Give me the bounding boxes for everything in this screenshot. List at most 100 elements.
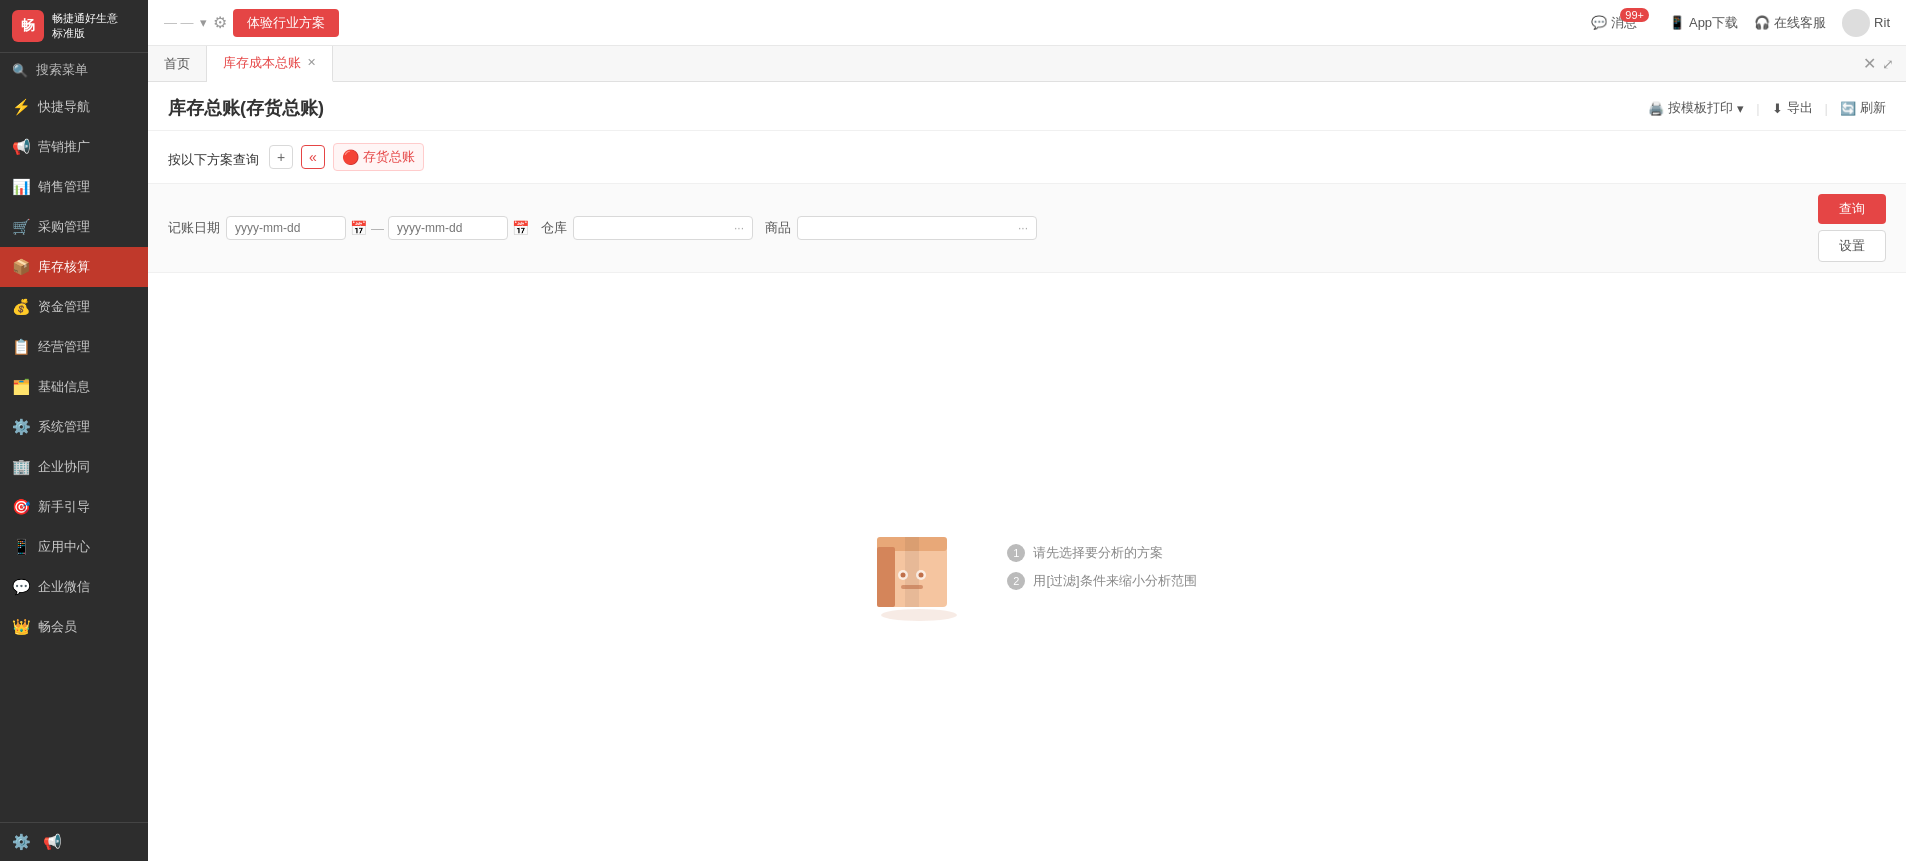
- more-icon: ···: [734, 221, 744, 235]
- app-download-button[interactable]: 📱 App下载: [1669, 14, 1738, 32]
- product-select[interactable]: ···: [797, 216, 1037, 240]
- filter-collapse-button[interactable]: «: [301, 145, 325, 169]
- speaker-icon[interactable]: 📢: [43, 833, 62, 851]
- panel-close-icon[interactable]: ✕: [1863, 54, 1876, 73]
- member-icon: 👑: [12, 618, 30, 636]
- newbie-label: 新手引导: [38, 498, 90, 516]
- sidebar-item-marketing[interactable]: 📢 营销推广: [0, 127, 148, 167]
- print-chevron-icon[interactable]: ▾: [1737, 101, 1744, 116]
- sidebar-item-purchase[interactable]: 🛒 采购管理: [0, 207, 148, 247]
- chevron-down-icon[interactable]: ▾: [200, 15, 207, 30]
- empty-state: 1 请先选择要分析的方案 2 用[过滤]条件来缩小分析范围: [148, 273, 1906, 861]
- sidebar-item-operation[interactable]: 📋 经营管理: [0, 327, 148, 367]
- topbar-right: 💬 消息 99+ 📱 App下载 🎧 在线客服 Rit: [1591, 9, 1890, 37]
- filter-add-button[interactable]: +: [269, 145, 293, 169]
- calendar-end-icon[interactable]: 📅: [512, 220, 529, 236]
- apps-icon: 📱: [12, 538, 30, 556]
- gear-icon[interactable]: ⚙: [213, 13, 227, 32]
- warehouse-select[interactable]: ···: [573, 216, 753, 240]
- purchase-icon: 🛒: [12, 218, 30, 236]
- member-label: 畅会员: [38, 618, 77, 636]
- product-label: 商品: [765, 219, 791, 237]
- operation-icon: 📋: [12, 338, 30, 356]
- export-action[interactable]: ⬇ 导出: [1772, 99, 1813, 117]
- main-area: — — ▾ ⚙ 体验行业方案 💬 消息 99+ 📱 App下载 🎧 在线客服 R: [148, 0, 1906, 861]
- operation-label: 经营管理: [38, 338, 90, 356]
- online-service-label: 在线客服: [1774, 14, 1826, 32]
- warehouse-field: 仓库 ···: [541, 216, 753, 240]
- sidebar-item-inventory[interactable]: 📦 库存核算: [0, 247, 148, 287]
- panel-expand-icon[interactable]: ⤢: [1882, 56, 1894, 72]
- topbar-nav: — — ▾ ⚙ 体验行业方案: [164, 9, 1583, 37]
- print-action[interactable]: 🖨️ 按模板打印 ▾: [1648, 99, 1744, 117]
- query-button[interactable]: 查询: [1818, 194, 1886, 224]
- search-menu-item[interactable]: 🔍 搜索菜单: [0, 53, 148, 87]
- tab-inventory-ledger[interactable]: 库存成本总账 ✕: [207, 46, 333, 82]
- sales-icon: 📊: [12, 178, 30, 196]
- settings-icon[interactable]: ⚙️: [12, 833, 31, 851]
- sidebar-item-apps[interactable]: 📱 应用中心: [0, 527, 148, 567]
- sidebar-item-finance[interactable]: 💰 资金管理: [0, 287, 148, 327]
- empty-hint-1: 1 请先选择要分析的方案: [1007, 544, 1196, 562]
- date-field: 记账日期 📅 — 📅: [168, 216, 529, 240]
- sales-label: 销售管理: [38, 178, 90, 196]
- marketing-label: 营销推广: [38, 138, 90, 156]
- svg-point-9: [881, 609, 957, 621]
- tabbar: 首页 库存成本总账 ✕ ✕ ⤢: [148, 46, 1906, 82]
- date-label: 记账日期: [168, 219, 220, 237]
- product-field: 商品 ···: [765, 216, 1037, 240]
- headset-icon: 🎧: [1754, 15, 1770, 30]
- action-buttons: 查询 设置: [1818, 194, 1886, 262]
- empty-hint-2-text: 用[过滤]条件来缩小分析范围: [1033, 572, 1196, 590]
- sidebar-item-quick-nav[interactable]: ⚡ 快捷导航: [0, 87, 148, 127]
- page-container: 库存总账(存货总账) 🖨️ 按模板打印 ▾ | ⬇ 导出 | 🔄 刷新: [148, 82, 1906, 861]
- sidebar-item-member[interactable]: 👑 畅会员: [0, 607, 148, 647]
- app-download-label: App下载: [1689, 14, 1738, 32]
- empty-illustration: [857, 507, 977, 627]
- filter-controls: + « 🔴 存货总账: [269, 143, 424, 171]
- page-title: 库存总账(存货总账): [168, 96, 324, 120]
- user-profile[interactable]: Rit: [1842, 9, 1890, 37]
- system-icon: ⚙️: [12, 418, 30, 436]
- sidebar-item-wechat[interactable]: 💬 企业微信: [0, 567, 148, 607]
- calendar-start-icon[interactable]: 📅: [350, 220, 367, 236]
- apps-label: 应用中心: [38, 538, 90, 556]
- logo-sub: 标准版: [52, 26, 118, 41]
- newbie-icon: 🎯: [12, 498, 30, 516]
- basic-label: 基础信息: [38, 378, 90, 396]
- breadcrumb-text: — —: [164, 15, 194, 30]
- filter-scheme-item[interactable]: 🔴 存货总账: [333, 143, 424, 171]
- sidebar-item-basic[interactable]: 🗂️ 基础信息: [0, 367, 148, 407]
- scheme-label: 存货总账: [363, 148, 415, 166]
- enterprise-label: 企业协同: [38, 458, 90, 476]
- industry-solution-button[interactable]: 体验行业方案: [233, 9, 339, 37]
- sidebar-item-enterprise[interactable]: 🏢 企业协同: [0, 447, 148, 487]
- inventory-icon: 📦: [12, 258, 30, 276]
- svg-point-7: [919, 573, 924, 578]
- refresh-action[interactable]: 🔄 刷新: [1840, 99, 1886, 117]
- sidebar-item-sales[interactable]: 📊 销售管理: [0, 167, 148, 207]
- sidebar-item-system[interactable]: ⚙️ 系统管理: [0, 407, 148, 447]
- export-label: 导出: [1787, 99, 1813, 117]
- tab-home[interactable]: 首页: [148, 46, 207, 82]
- message-button[interactable]: 💬 消息 99+: [1591, 14, 1637, 32]
- online-service-button[interactable]: 🎧 在线客服: [1754, 14, 1826, 32]
- empty-text: 1 请先选择要分析的方案 2 用[过滤]条件来缩小分析范围: [1007, 544, 1196, 590]
- tab-home-label: 首页: [164, 55, 190, 73]
- tab-inventory-ledger-label: 库存成本总账: [223, 54, 301, 72]
- settings-button[interactable]: 设置: [1818, 230, 1886, 262]
- date-end-input[interactable]: [388, 216, 508, 240]
- logo-icon: 畅: [12, 10, 44, 42]
- tab-close-icon[interactable]: ✕: [307, 56, 316, 69]
- quick-nav-label: 快捷导航: [38, 98, 90, 116]
- svg-rect-8: [901, 585, 923, 589]
- wechat-label: 企业微信: [38, 578, 90, 596]
- product-more-icon: ···: [1018, 221, 1028, 235]
- step-2-num: 2: [1007, 572, 1025, 590]
- print-label: 按模板打印: [1668, 99, 1733, 117]
- date-start-input[interactable]: [226, 216, 346, 240]
- finance-label: 资金管理: [38, 298, 90, 316]
- phone-icon: 📱: [1669, 15, 1685, 30]
- sidebar-item-newbie[interactable]: 🎯 新手引导: [0, 487, 148, 527]
- empty-hint-2: 2 用[过滤]条件来缩小分析范围: [1007, 572, 1196, 590]
